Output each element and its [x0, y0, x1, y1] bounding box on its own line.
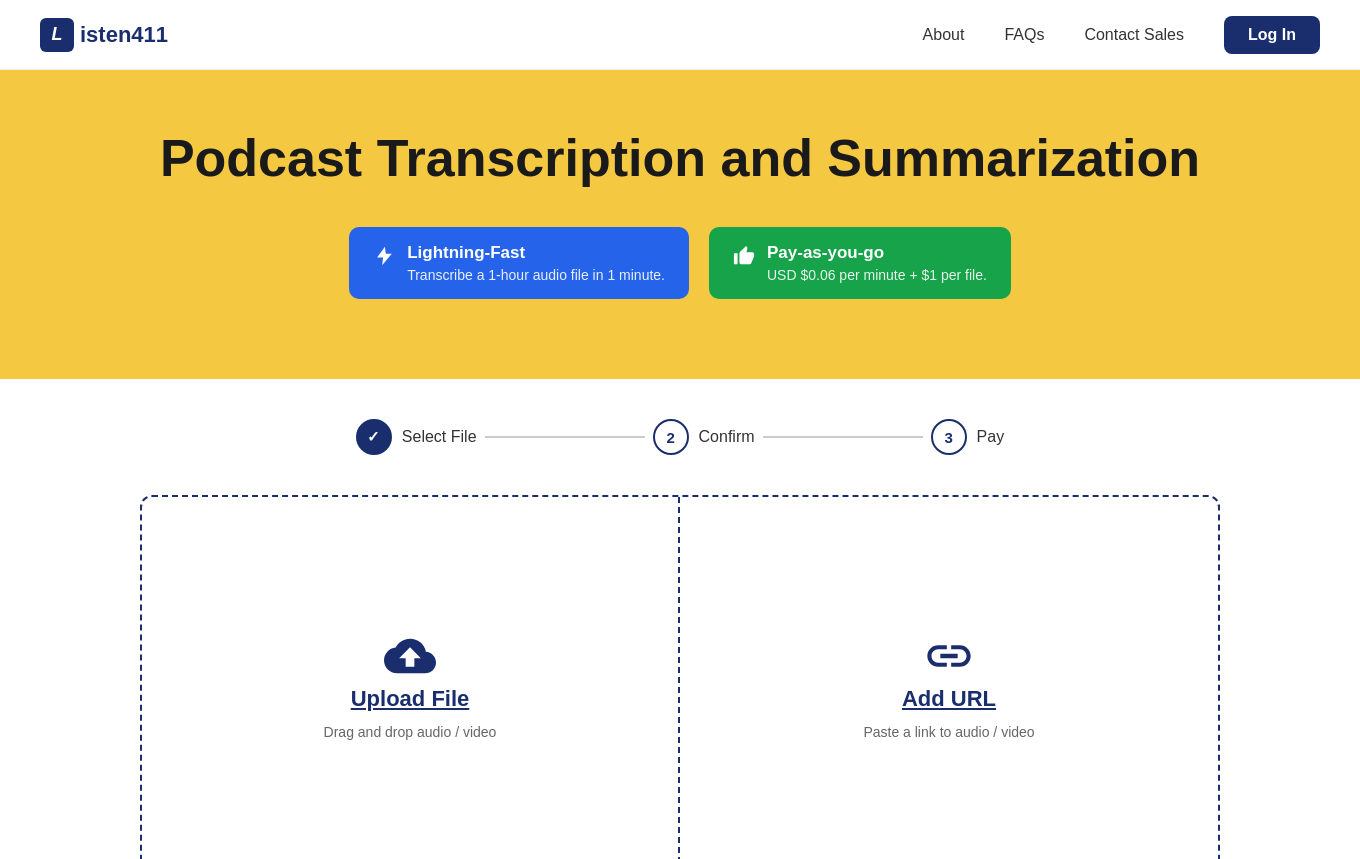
badge-pay-text: Pay-as-you-go USD $0.06 per minute + $1 … — [767, 243, 987, 283]
step-3-label: Pay — [977, 428, 1005, 446]
nav-about[interactable]: About — [923, 26, 965, 44]
main-content: ✓ Select File 2 Confirm 3 Pay Upload Fil… — [80, 379, 1280, 859]
badge-pay: Pay-as-you-go USD $0.06 per minute + $1 … — [709, 227, 1011, 299]
step-confirm: 2 Confirm — [653, 419, 755, 455]
link-icon — [923, 630, 975, 686]
step-2-circle: 2 — [653, 419, 689, 455]
login-button[interactable]: Log In — [1224, 16, 1320, 54]
nav-faqs[interactable]: FAQs — [1004, 26, 1044, 44]
step-1-circle: ✓ — [356, 419, 392, 455]
upload-file-panel[interactable]: Upload File Drag and drop audio / video — [142, 497, 680, 859]
upload-grid: Upload File Drag and drop audio / video … — [140, 495, 1220, 859]
logo-text: isten411 — [80, 22, 168, 48]
step-2-label: Confirm — [699, 428, 755, 446]
step-select-file: ✓ Select File — [356, 419, 477, 455]
step-3-circle: 3 — [931, 419, 967, 455]
hero-section: Podcast Transcription and Summarization … — [0, 70, 1360, 379]
step-line-2 — [763, 436, 923, 438]
nav-links: About FAQs Contact Sales Log In — [923, 16, 1320, 54]
add-url-sub: Paste a link to audio / video — [863, 724, 1034, 740]
add-url-panel[interactable]: Add URL Paste a link to audio / video — [680, 497, 1218, 859]
step-pay: 3 Pay — [931, 419, 1005, 455]
stepper: ✓ Select File 2 Confirm 3 Pay — [140, 419, 1220, 455]
upload-file-sub: Drag and drop audio / video — [324, 724, 497, 740]
navbar: L isten411 About FAQs Contact Sales Log … — [0, 0, 1360, 70]
logo-icon: L — [40, 18, 74, 52]
nav-contact-sales[interactable]: Contact Sales — [1084, 26, 1184, 44]
step-1-label: Select File — [402, 428, 477, 446]
badge-fast: Lightning-Fast Transcribe a 1-hour audio… — [349, 227, 689, 299]
feature-badges: Lightning-Fast Transcribe a 1-hour audio… — [40, 227, 1320, 299]
hero-title: Podcast Transcription and Summarization — [40, 130, 1320, 187]
cloud-upload-icon — [384, 630, 436, 686]
step-line-1 — [485, 436, 645, 438]
add-url-title: Add URL — [902, 686, 996, 712]
logo[interactable]: L isten411 — [40, 18, 168, 52]
upload-file-title: Upload File — [351, 686, 470, 712]
lightning-icon — [373, 245, 395, 272]
thumbsup-icon — [733, 245, 755, 272]
badge-fast-text: Lightning-Fast Transcribe a 1-hour audio… — [407, 243, 665, 283]
